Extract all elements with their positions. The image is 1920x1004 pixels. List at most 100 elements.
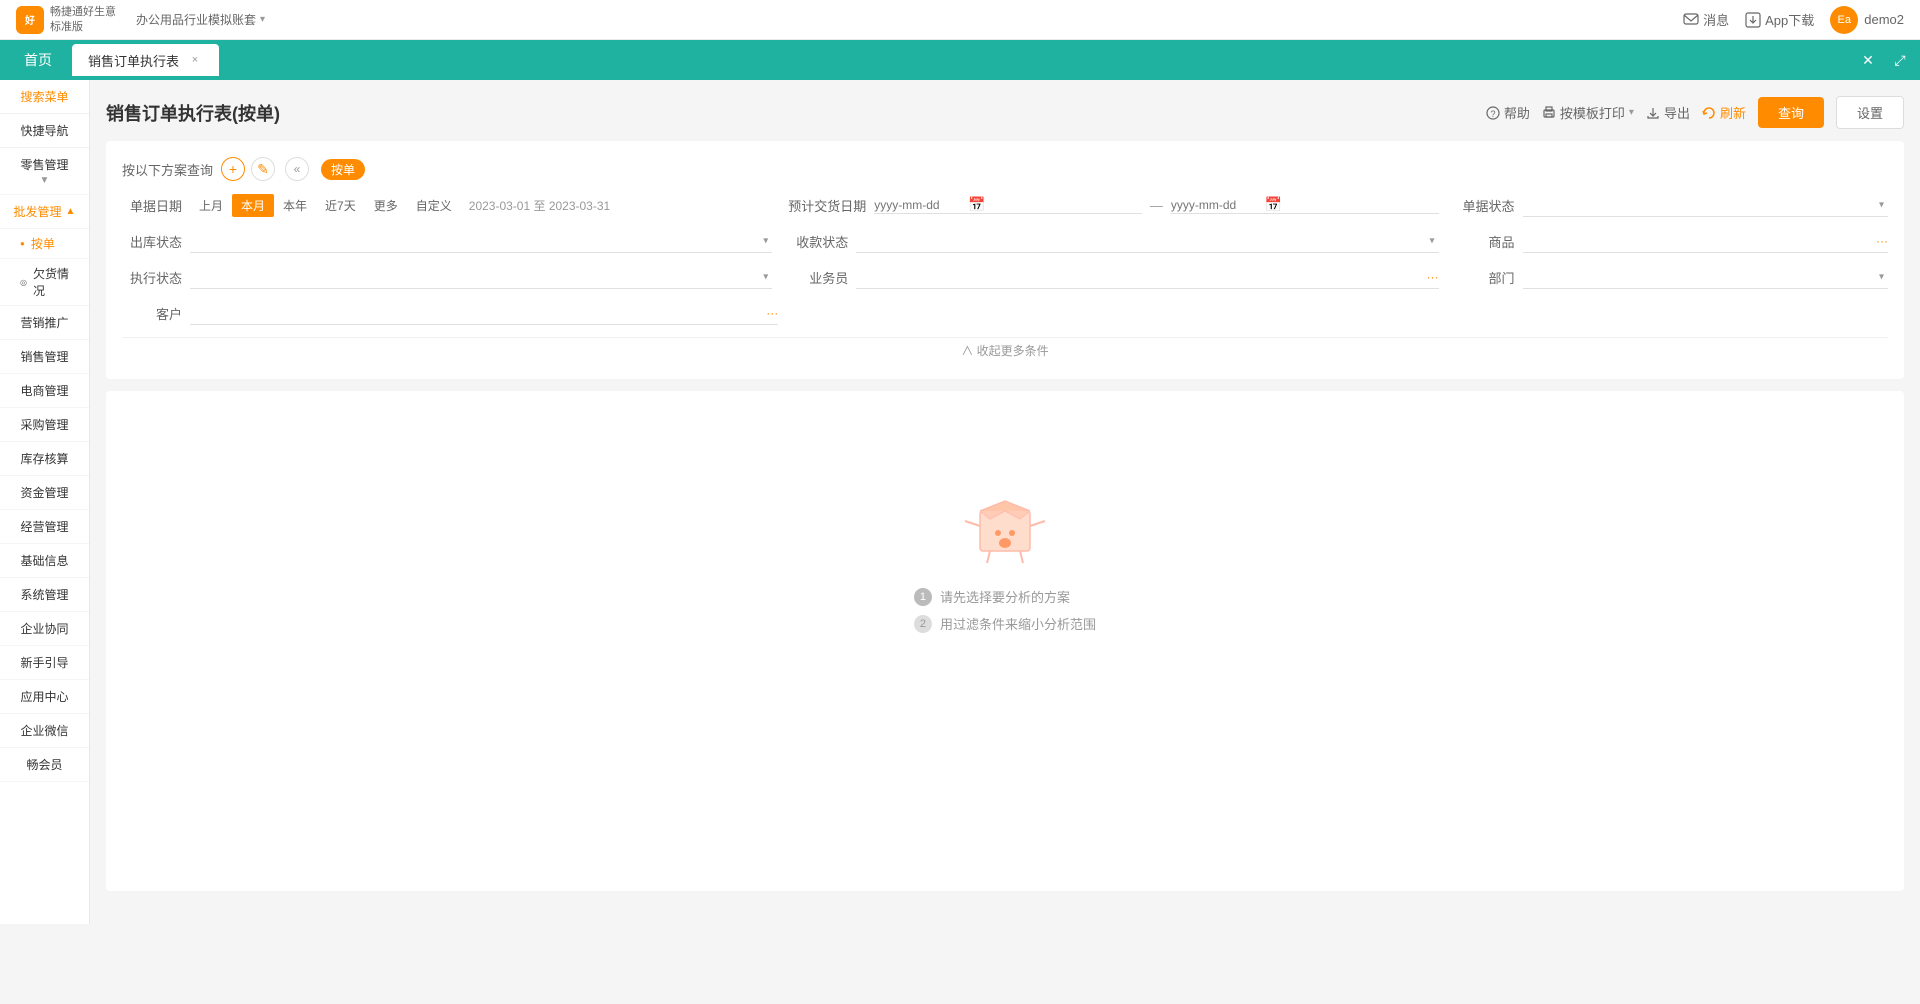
tab-close-btn[interactable]: × bbox=[187, 52, 203, 68]
expected-date-end-input[interactable] bbox=[1171, 198, 1261, 212]
date-range-text: 2023-03-01 至 2023-03-31 bbox=[469, 197, 610, 214]
print-icon bbox=[1542, 106, 1556, 120]
payment-status-select[interactable] bbox=[856, 229, 1438, 253]
sidebar-item-enterprise[interactable]: 企业协同 bbox=[0, 612, 89, 646]
dept-label: 部门 bbox=[1455, 268, 1515, 287]
date-tab-custom[interactable]: 自定义 bbox=[407, 194, 461, 217]
date-tabs: 上月 本月 本年 近7天 更多 自定义 bbox=[190, 194, 461, 217]
scheme-actions: + ✎ « bbox=[221, 157, 309, 181]
filter-exec-status: 执行状态 ▾ bbox=[122, 265, 772, 289]
sidebar-item-wholesale[interactable]: 批发管理 ▲ bbox=[0, 195, 89, 229]
date-tab-this-year[interactable]: 本年 bbox=[274, 194, 316, 217]
goods-control: ··· bbox=[1523, 229, 1889, 253]
sidebar-search[interactable]: 搜索菜单 bbox=[0, 80, 89, 114]
goods-input[interactable] bbox=[1523, 229, 1877, 252]
empty-icon bbox=[955, 471, 1055, 571]
window-close-btn[interactable]: ✕ bbox=[1856, 48, 1880, 72]
sidebar-item-appstore[interactable]: 应用中心 bbox=[0, 680, 89, 714]
sidebar-item-retail[interactable]: 零售管理 ▼ bbox=[0, 148, 89, 195]
export-btn[interactable]: 导出 bbox=[1646, 103, 1690, 122]
doc-status-control: ▾ bbox=[1523, 193, 1889, 217]
user-area[interactable]: Ea demo2 bbox=[1830, 6, 1904, 34]
sidebar-item-inventory[interactable]: 库存核算 bbox=[0, 442, 89, 476]
header-left: 好 畅捷通好生意 标准版 办公用品行业模拟账套 ▾ bbox=[16, 5, 265, 34]
print-dropdown-arrow[interactable]: ▾ bbox=[1629, 107, 1634, 118]
sidebar-sub-press-order[interactable]: ● 按单 bbox=[0, 229, 89, 259]
sidebar-item-finance[interactable]: 资金管理 bbox=[0, 476, 89, 510]
date-tab-7days[interactable]: 近7天 bbox=[316, 194, 365, 217]
sidebar-item-system[interactable]: 系统管理 bbox=[0, 578, 89, 612]
sidebar-item-sales[interactable]: 销售管理 bbox=[0, 340, 89, 374]
tab-active[interactable]: 销售订单执行表 × bbox=[72, 44, 219, 76]
help-btn[interactable]: ? 帮助 bbox=[1486, 103, 1530, 122]
empty-tip-1: 1 请先选择要分析的方案 bbox=[914, 587, 1096, 606]
filter-scheme-row: 按以下方案查询 + ✎ « 按单 bbox=[122, 157, 1888, 181]
out-status-select[interactable] bbox=[190, 229, 772, 253]
calendar-start-icon[interactable]: 📅 bbox=[968, 196, 985, 213]
page-header: 销售订单执行表(按单) ? 帮助 按模板打印 ▾ 导出 刷新 查询 设置 bbox=[106, 96, 1904, 129]
tip-num-1: 1 bbox=[914, 588, 932, 606]
filter-row-2: 出库状态 ▾ 收款状态 ▾ 商品 bbox=[122, 229, 1888, 253]
settings-button[interactable]: 设置 bbox=[1836, 96, 1904, 129]
expected-date-label: 预计交货日期 bbox=[788, 196, 866, 215]
date-tab-this-month[interactable]: 本月 bbox=[232, 194, 274, 217]
app-title[interactable]: 办公用品行业模拟账套 ▾ bbox=[136, 11, 265, 28]
goods-more-btn[interactable]: ··· bbox=[1876, 234, 1888, 248]
app-download-btn[interactable]: App下载 bbox=[1745, 10, 1814, 29]
calendar-end-icon[interactable]: 📅 bbox=[1265, 196, 1282, 213]
window-maximize-btn[interactable]: ⤢ bbox=[1888, 48, 1912, 72]
sidebar-item-guide[interactable]: 新手引导 bbox=[0, 646, 89, 680]
date-tab-last-month[interactable]: 上月 bbox=[190, 194, 232, 217]
add-scheme-btn[interactable]: + bbox=[221, 157, 245, 181]
dept-control: ▾ bbox=[1523, 265, 1889, 289]
dept-select[interactable] bbox=[1523, 265, 1889, 289]
empty-illustration bbox=[955, 471, 1055, 571]
date-tab-more[interactable]: 更多 bbox=[365, 194, 407, 217]
customer-more-btn[interactable]: ··· bbox=[766, 306, 778, 320]
search-button[interactable]: 查询 bbox=[1758, 97, 1824, 128]
customer-input[interactable] bbox=[190, 301, 766, 324]
date-separator: — bbox=[1150, 198, 1163, 213]
refresh-btn[interactable]: 刷新 bbox=[1702, 103, 1746, 122]
filter-date: 单据日期 上月 本月 本年 近7天 更多 自定义 2023-03-01 至 20… bbox=[122, 194, 772, 217]
sidebar-item-purchase[interactable]: 采购管理 bbox=[0, 408, 89, 442]
salesman-more-btn[interactable]: ··· bbox=[1427, 270, 1439, 284]
logo-text: 畅捷通好生意 标准版 bbox=[50, 5, 116, 34]
sidebar-item-member[interactable]: 畅会员 bbox=[0, 748, 89, 782]
tab-home[interactable]: 首页 bbox=[8, 40, 68, 80]
edit-scheme-btn[interactable]: ✎ bbox=[251, 157, 275, 181]
sidebar-quick-nav[interactable]: 快捷导航 bbox=[0, 114, 89, 148]
expected-date-start-input[interactable] bbox=[874, 198, 964, 212]
sidebar-sub-debt[interactable]: ◎ 欠货情况 bbox=[0, 259, 89, 306]
sidebar-item-operation[interactable]: 经营管理 bbox=[0, 510, 89, 544]
message-btn[interactable]: 消息 bbox=[1683, 10, 1729, 29]
empty-tip-2: 2 用过滤条件来缩小分析范围 bbox=[914, 614, 1096, 633]
sidebar-item-basic[interactable]: 基础信息 bbox=[0, 544, 89, 578]
download-icon bbox=[1745, 12, 1761, 28]
tip-num-2: 2 bbox=[914, 615, 932, 633]
sidebar-item-wechat[interactable]: 企业微信 bbox=[0, 714, 89, 748]
collapse-scheme-btn[interactable]: « bbox=[285, 157, 309, 181]
scheme-label: 按以下方案查询 bbox=[122, 160, 213, 179]
empty-tips: 1 请先选择要分析的方案 2 用过滤条件来缩小分析范围 bbox=[914, 587, 1096, 633]
empty-state: 1 请先选择要分析的方案 2 用过滤条件来缩小分析范围 bbox=[106, 391, 1904, 713]
doc-status-select[interactable] bbox=[1523, 193, 1889, 217]
top-header: 好 畅捷通好生意 标准版 办公用品行业模拟账套 ▾ 消息 App下载 Ea de… bbox=[0, 0, 1920, 40]
print-btn[interactable]: 按模板打印 ▾ bbox=[1542, 103, 1634, 122]
main-content: 销售订单执行表(按单) ? 帮助 按模板打印 ▾ 导出 刷新 查询 设置 bbox=[90, 80, 1920, 924]
filter-row-4: 客户 ··· bbox=[122, 301, 1888, 325]
app-title-arrow: ▾ bbox=[260, 14, 265, 25]
sidebar-item-ecommerce[interactable]: 电商管理 bbox=[0, 374, 89, 408]
exec-status-label: 执行状态 bbox=[122, 268, 182, 287]
scheme-list: 按单 bbox=[321, 159, 365, 180]
svg-text:?: ? bbox=[1490, 109, 1495, 119]
message-icon bbox=[1683, 12, 1699, 28]
sidebar-item-marketing[interactable]: 营销推广 bbox=[0, 306, 89, 340]
scheme-item-press[interactable]: 按单 bbox=[321, 159, 365, 180]
exec-status-select[interactable] bbox=[190, 265, 772, 289]
salesman-input[interactable] bbox=[856, 265, 1426, 288]
filter-row-3: 执行状态 ▾ 业务员 ··· 部门 bbox=[122, 265, 1888, 289]
expected-date-start: 📅 bbox=[874, 196, 1142, 214]
page-actions: ? 帮助 按模板打印 ▾ 导出 刷新 查询 设置 bbox=[1486, 96, 1904, 129]
collapse-bar[interactable]: ∧ 收起更多条件 bbox=[122, 337, 1888, 363]
